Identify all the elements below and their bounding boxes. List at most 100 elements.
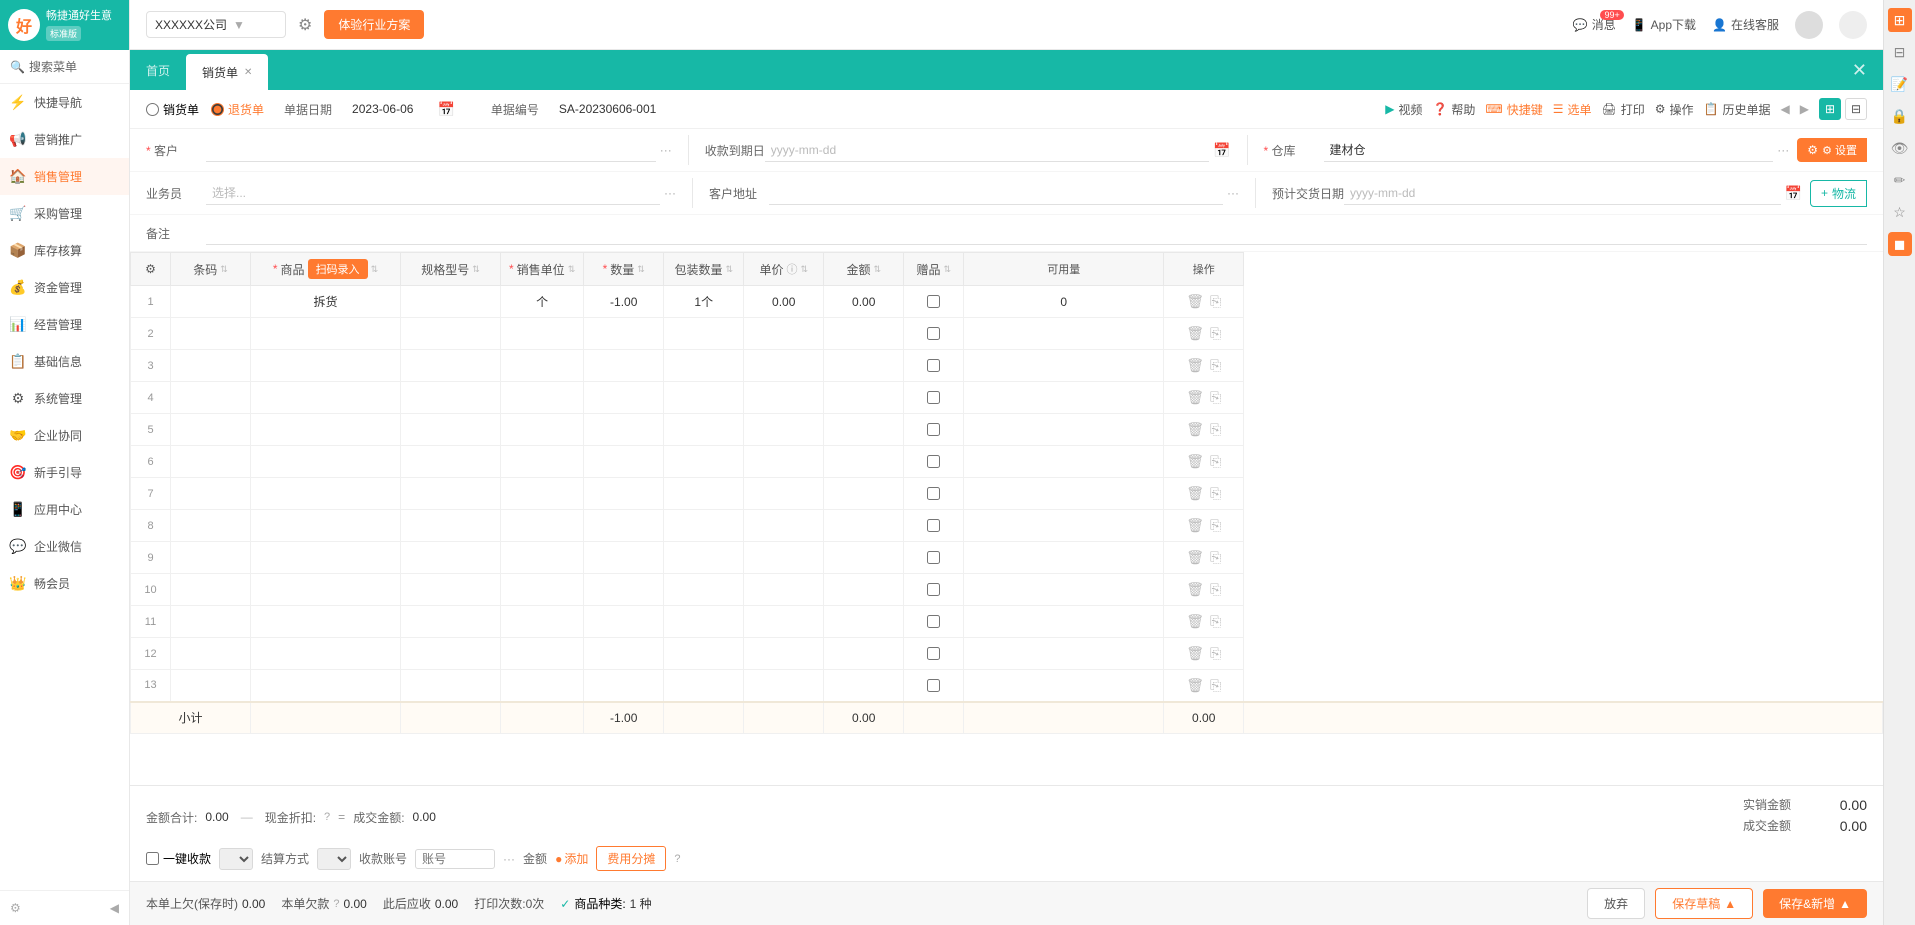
settings-gear-icon[interactable]: ⚙ — [298, 15, 312, 35]
right-icon-star[interactable]: ☆ — [1888, 200, 1912, 224]
due-info-icon[interactable]: ? — [333, 898, 339, 910]
unit-1[interactable]: 个 — [501, 286, 584, 318]
right-icon-orange[interactable]: ◼ — [1888, 232, 1912, 256]
packqty-sort[interactable]: ⇅ — [725, 264, 733, 275]
right-icon-grid-2[interactable]: ⊟ — [1888, 40, 1912, 64]
right-icon-grid-1[interactable]: ⊞ — [1888, 8, 1912, 32]
nav-prev-icon[interactable]: ◀ — [1781, 102, 1790, 116]
product-sort[interactable]: ⇅ — [371, 264, 379, 275]
copy-icon[interactable]: ⎘ — [1210, 549, 1221, 566]
salesperson-more-icon[interactable]: ··· — [664, 186, 676, 200]
sidebar-item-marketing[interactable]: 📢 营销推广 — [0, 121, 129, 158]
sidebar-collapse-icon[interactable]: ◀ — [110, 901, 119, 915]
company-selector[interactable]: XXXXXX公司 ▼ — [146, 11, 286, 38]
radio-return[interactable]: 退货单 — [211, 101, 264, 118]
copy-icon[interactable]: ⎘ — [1210, 645, 1221, 662]
delete-icon[interactable]: 🗑 — [1186, 581, 1204, 598]
tab-sales-order[interactable]: 销货单 ✕ — [186, 54, 268, 90]
copy-icon[interactable]: ⎘ — [1210, 453, 1221, 470]
fee-distribute-button[interactable]: 费用分摊 — [596, 846, 666, 871]
gift-sort[interactable]: ⇅ — [943, 264, 951, 275]
packqty-1[interactable]: 1个 — [664, 286, 744, 318]
view-grid-btn[interactable]: ⊟ — [1845, 98, 1867, 120]
nav-next-icon[interactable]: ▶ — [1800, 102, 1809, 116]
calendar-icon-1[interactable]: 📅 — [437, 101, 454, 118]
copy-icon[interactable]: ⎘ — [1210, 325, 1221, 342]
user-avatar-2[interactable] — [1839, 11, 1867, 39]
fee-info-icon[interactable]: ? — [674, 853, 680, 865]
delete-icon[interactable]: 🗑 — [1186, 325, 1204, 342]
logistics-button[interactable]: + 物流 — [1810, 180, 1867, 207]
settings-button[interactable]: ⚙ ⚙ 设置 — [1797, 138, 1867, 162]
col-settings-icon[interactable]: ⚙ — [145, 262, 156, 276]
salesperson-input[interactable] — [206, 181, 660, 205]
receive-date-input[interactable] — [765, 138, 1209, 162]
shortcut-action[interactable]: ⌨ 快捷键 — [1485, 101, 1542, 118]
customer-input[interactable] — [206, 138, 656, 162]
sidebar-item-system[interactable]: ⚙ 系统管理 — [0, 380, 129, 417]
delete-icon[interactable]: 🗑 — [1186, 485, 1204, 502]
account-input[interactable] — [415, 849, 495, 869]
save-new-button[interactable]: 保存&新增 ▲ — [1763, 889, 1867, 918]
warehouse-more-icon[interactable]: ··· — [1777, 143, 1789, 157]
copy-icon[interactable]: ⎘ — [1210, 485, 1221, 502]
sidebar-item-finance[interactable]: 💰 资金管理 — [0, 269, 129, 306]
sidebar-item-app-center[interactable]: 📱 应用中心 — [0, 491, 129, 528]
right-icon-edit[interactable]: ✏ — [1888, 168, 1912, 192]
sidebar-item-purchase[interactable]: 🛒 采购管理 — [0, 195, 129, 232]
delete-icon-1[interactable]: 🗑 — [1186, 293, 1204, 310]
unit-sort[interactable]: ⇅ — [568, 264, 576, 275]
tab-close-icon[interactable]: ✕ — [244, 67, 252, 78]
copy-icon[interactable]: ⎘ — [1210, 421, 1221, 438]
copy-icon[interactable]: ⎘ — [1210, 677, 1221, 694]
copy-icon[interactable]: ⎘ — [1210, 517, 1221, 534]
copy-icon[interactable]: ⎘ — [1210, 581, 1221, 598]
dots-more[interactable]: ··· — [503, 852, 515, 866]
product-1[interactable]: 拆货 — [251, 286, 401, 318]
copy-icon[interactable]: ⎘ — [1210, 613, 1221, 630]
save-draft-dropdown-icon[interactable]: ▲ — [1724, 897, 1736, 911]
spec-1[interactable] — [401, 286, 501, 318]
radio-sale[interactable]: 销货单 — [146, 101, 199, 118]
delete-icon[interactable]: 🗑 — [1186, 453, 1204, 470]
online-service-button[interactable]: 👤 在线客服 — [1712, 16, 1779, 33]
delete-icon[interactable]: 🗑 — [1186, 421, 1204, 438]
delete-icon[interactable]: 🗑 — [1186, 549, 1204, 566]
bank-account-select[interactable] — [317, 848, 351, 870]
save-draft-button[interactable]: 保存草稿 ▲ — [1655, 888, 1753, 919]
gift-1[interactable] — [904, 286, 964, 318]
sidebar-item-member[interactable]: 👑 畅会员 — [0, 565, 129, 602]
settlement-select[interactable] — [219, 848, 253, 870]
app-download-button[interactable]: 📱 App下载 — [1632, 16, 1696, 33]
one-key-pay-checkbox[interactable]: 一键收款 — [146, 850, 211, 867]
abandon-button[interactable]: 放弃 — [1587, 888, 1645, 919]
sidebar-item-sales[interactable]: 🏠 销售管理 — [0, 158, 129, 195]
delete-icon[interactable]: 🗑 — [1186, 517, 1204, 534]
sidebar-settings-icon[interactable]: ⚙ — [10, 901, 21, 915]
calendar-icon-3[interactable]: 📅 — [1785, 185, 1802, 202]
barcode-sort[interactable]: ⇅ — [220, 264, 228, 275]
save-new-dropdown-icon[interactable]: ▲ — [1839, 897, 1851, 911]
spec-sort[interactable]: ⇅ — [472, 264, 480, 275]
expected-date-input[interactable] — [1344, 181, 1781, 205]
addr-more-icon[interactable]: ··· — [1227, 186, 1239, 200]
delete-icon[interactable]: 🗑 — [1186, 645, 1204, 662]
tab-close-all-button[interactable]: ✕ — [1836, 60, 1883, 81]
print-action[interactable]: 🖨 打印 — [1602, 101, 1645, 118]
note-input[interactable] — [206, 221, 1867, 245]
copy-icon[interactable]: ⎘ — [1210, 389, 1221, 406]
tab-home[interactable]: 首页 — [130, 50, 186, 90]
sidebar-item-guide[interactable]: 🎯 新手引导 — [0, 454, 129, 491]
warehouse-input[interactable] — [1324, 138, 1774, 162]
delete-icon[interactable]: 🗑 — [1186, 389, 1204, 406]
view-list-btn[interactable]: ⊞ — [1819, 98, 1841, 120]
price-1[interactable]: 0.00 — [744, 286, 824, 318]
select-order-action[interactable]: ☰ 选单 — [1553, 101, 1592, 118]
sidebar-item-search[interactable]: 🔍 搜索菜单 — [0, 50, 129, 84]
right-icon-note[interactable]: 📝 — [1888, 72, 1912, 96]
amount-1[interactable]: 0.00 — [824, 286, 904, 318]
right-icon-lock[interactable]: 🔒 — [1888, 104, 1912, 128]
copy-icon-1[interactable]: ⎘ — [1210, 293, 1221, 310]
video-action[interactable]: ▶ 视频 — [1385, 101, 1422, 118]
sidebar-item-enterprise-wechat[interactable]: 💬 企业微信 — [0, 528, 129, 565]
